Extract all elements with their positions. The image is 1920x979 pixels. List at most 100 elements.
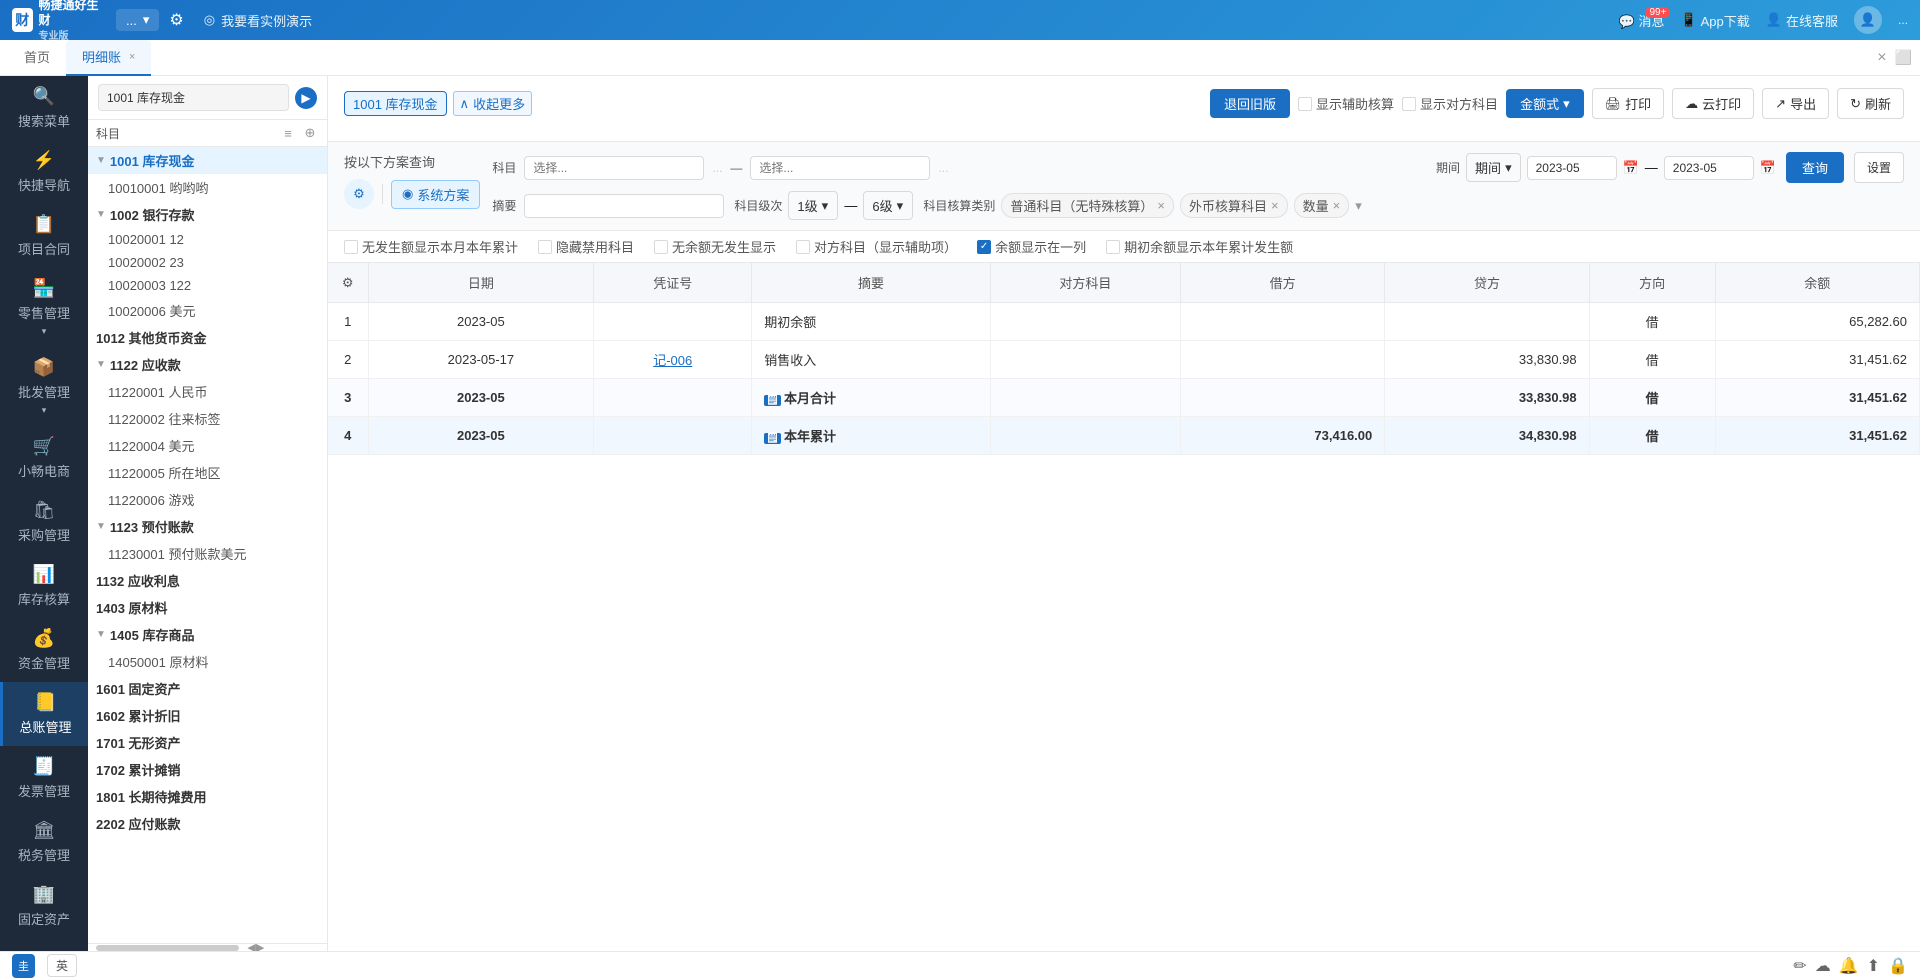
tree-item-1801[interactable]: 1801 长期待摊费用 xyxy=(88,783,327,810)
subject-input-start[interactable] xyxy=(524,156,704,180)
period-type-select[interactable]: 期间 ▾ xyxy=(1466,153,1521,182)
home-bottom-icon[interactable]: 圭 xyxy=(12,954,35,978)
online-service-btn[interactable]: 👤 在线客服 xyxy=(1766,11,1838,30)
user-avatar[interactable]: 👤 xyxy=(1854,6,1882,34)
checkbox-hide-disabled-box[interactable] xyxy=(538,240,552,254)
period-start-input[interactable] xyxy=(1527,156,1617,180)
tree-item-1012[interactable]: 1012 其他货币资金 xyxy=(88,324,327,351)
scheme-tag[interactable]: ◉ 系统方案 xyxy=(391,180,480,209)
query-btn[interactable]: 查询 xyxy=(1786,152,1844,183)
checkbox-balance-col[interactable]: ✓ 余额显示在一列 xyxy=(977,237,1086,256)
sidebar-item-assets[interactable]: 🏢 固定资产 xyxy=(0,874,88,938)
lang-switch-btn[interactable]: 英 xyxy=(47,954,77,977)
col-settings[interactable]: ⚙ xyxy=(328,263,368,303)
edit-icon[interactable]: ✏ xyxy=(1793,956,1806,976)
row-2-voucher[interactable]: 记-006 xyxy=(594,341,752,379)
subject-type-tag-3[interactable]: 数量 × xyxy=(1294,193,1350,218)
sidebar-item-wholesale[interactable]: 📦 批发管理 ▾ xyxy=(0,347,88,426)
tab-detail-close[interactable]: × xyxy=(129,51,135,63)
tree-item-11220005[interactable]: 11220005 所在地区 xyxy=(88,459,327,486)
demo-link[interactable]: ◎ 我要看实例演示 xyxy=(204,11,312,30)
sidebar-item-retail[interactable]: 🏪 零售管理 ▾ xyxy=(0,268,88,347)
tree-item-1122[interactable]: ▼ 1122 应收款 xyxy=(88,351,327,378)
checkbox-no-balance-show-box[interactable] xyxy=(654,240,668,254)
bell-icon[interactable]: 🔔 xyxy=(1839,956,1859,976)
tree-item-11220004[interactable]: 11220004 美元 xyxy=(88,432,327,459)
show-more-btn[interactable]: ∧ 收起更多 xyxy=(453,91,533,116)
level-from-select[interactable]: 1级 ▾ xyxy=(788,191,838,220)
sidebar-item-capital[interactable]: 💰 资金管理 xyxy=(0,618,88,682)
account-search-box[interactable]: 1001 库存现金 xyxy=(98,84,289,111)
tree-item-11220001[interactable]: 11220001 人民币 xyxy=(88,378,327,405)
cloud-icon[interactable]: ☁ xyxy=(1815,956,1831,976)
tree-item-10020003[interactable]: 10020003 122 xyxy=(88,274,327,297)
print-btn[interactable]: 🖨 打印 xyxy=(1592,88,1665,119)
export-btn[interactable]: ↗ 导出 xyxy=(1762,88,1829,119)
tree-item-2202[interactable]: 2202 应付账款 xyxy=(88,810,327,837)
checkbox-no-balance[interactable]: 无发生额显示本月本年累计 xyxy=(344,237,518,256)
company-selector[interactable]: ... ▾ xyxy=(116,9,159,31)
summary-input[interactable] xyxy=(524,194,724,218)
period-end-cal-icon[interactable]: 📅 xyxy=(1760,160,1776,176)
show-opposite-checkbox-box[interactable] xyxy=(1402,97,1416,111)
tab-home[interactable]: 首页 xyxy=(8,40,66,76)
checkbox-opening-balance[interactable]: 期初余额显示本年累计发生额 xyxy=(1106,237,1293,256)
subject-type-tag-2[interactable]: 外币核算科目 × xyxy=(1180,193,1288,218)
checkbox-opposite[interactable]: 对方科目（显示辅助项） xyxy=(796,237,957,256)
return-old-btn[interactable]: 退回旧版 xyxy=(1210,89,1290,118)
tree-item-10020001[interactable]: 10020001 12 xyxy=(88,228,327,251)
tree-item-1702[interactable]: 1702 累计摊销 xyxy=(88,756,327,783)
account-nav-btn[interactable]: ▶ xyxy=(295,87,317,109)
tree-item-1123[interactable]: ▼ 1123 预付账款 xyxy=(88,513,327,540)
sidebar-item-purchase[interactable]: 🛍 采购管理 xyxy=(0,490,88,554)
window-close-btn[interactable]: × xyxy=(1877,49,1886,67)
period-end-input[interactable] xyxy=(1664,156,1754,180)
checkbox-hide-disabled[interactable]: 隐藏禁用科目 xyxy=(538,237,634,256)
breadcrumb-item[interactable]: 1001 库存现金 xyxy=(344,91,447,116)
sidebar-item-tax[interactable]: 🏛 税务管理 xyxy=(0,810,88,874)
tree-item-10020006[interactable]: 10020006 美元 xyxy=(88,297,327,324)
tree-item-1002[interactable]: ▼ 1002 银行存款 xyxy=(88,201,327,228)
tree-list-icon[interactable]: ≡ xyxy=(279,124,297,142)
tree-item-11230001[interactable]: 11230001 预付账款美元 xyxy=(88,540,327,567)
account-tree-hscrollbar[interactable] xyxy=(96,945,239,951)
sidebar-item-contract[interactable]: 📋 项目合同 xyxy=(0,204,88,268)
tree-add-icon[interactable]: ⊕ xyxy=(301,124,319,142)
settings-btn[interactable]: 设置 xyxy=(1854,152,1904,183)
level-to-select[interactable]: 6级 ▾ xyxy=(863,191,913,220)
tree-item-10010001[interactable]: 10010001 哟哟哟 xyxy=(88,174,327,201)
message-btn[interactable]: 💬 消息 99+ xyxy=(1619,11,1665,30)
upload-icon[interactable]: ⬆ xyxy=(1867,956,1880,976)
tree-item-1701[interactable]: 1701 无形资产 xyxy=(88,729,327,756)
tree-item-1601[interactable]: 1601 固定资产 xyxy=(88,675,327,702)
tree-item-1602[interactable]: 1602 累计折旧 xyxy=(88,702,327,729)
checkbox-no-balance-show[interactable]: 无余额无发生显示 xyxy=(654,237,776,256)
shield-icon[interactable]: 🔒 xyxy=(1888,956,1908,976)
tree-item-11220002[interactable]: 11220002 往来标签 xyxy=(88,405,327,432)
show-aux-checkbox[interactable]: 显示辅助核算 xyxy=(1298,94,1394,113)
sidebar-item-ecommerce[interactable]: 🛒 小畅电商 xyxy=(0,426,88,490)
voucher-link[interactable]: 记-006 xyxy=(653,353,692,368)
sidebar-item-search[interactable]: 🔍 搜索菜单 xyxy=(0,76,88,140)
refresh-btn[interactable]: ↻ 刷新 xyxy=(1837,88,1904,119)
checkbox-no-balance-box[interactable] xyxy=(344,240,358,254)
tree-item-11220006[interactable]: 11220006 游戏 xyxy=(88,486,327,513)
subject-input-end[interactable] xyxy=(750,156,930,180)
sidebar-item-invoice[interactable]: 🧾 发票管理 xyxy=(0,746,88,810)
subject-type-tag-1[interactable]: 普通科目（无特殊核算） × xyxy=(1001,193,1174,218)
show-opposite-checkbox[interactable]: 显示对方科目 xyxy=(1402,94,1498,113)
tree-item-1132[interactable]: 1132 应收利息 xyxy=(88,567,327,594)
subject-type-arrow[interactable]: ▾ xyxy=(1355,198,1362,214)
checkbox-opening-balance-box[interactable] xyxy=(1106,240,1120,254)
scroll-right-btn[interactable]: ▶ xyxy=(256,941,264,951)
settings-icon[interactable]: ⚙ xyxy=(169,10,183,30)
window-restore-btn[interactable]: ⬜ xyxy=(1895,49,1912,66)
tag-2-close[interactable]: × xyxy=(1271,198,1279,213)
checkbox-opposite-box[interactable] xyxy=(796,240,810,254)
amount-type-btn[interactable]: 金额式 ▾ xyxy=(1506,89,1584,118)
tree-item-1403[interactable]: 1403 原材料 xyxy=(88,594,327,621)
scroll-left-btn[interactable]: ◀ xyxy=(247,941,255,951)
cloud-print-btn[interactable]: ☁ 云打印 xyxy=(1672,88,1754,119)
tag-3-close[interactable]: × xyxy=(1333,198,1341,213)
app-download-btn[interactable]: 📱 App下载 xyxy=(1680,11,1749,30)
